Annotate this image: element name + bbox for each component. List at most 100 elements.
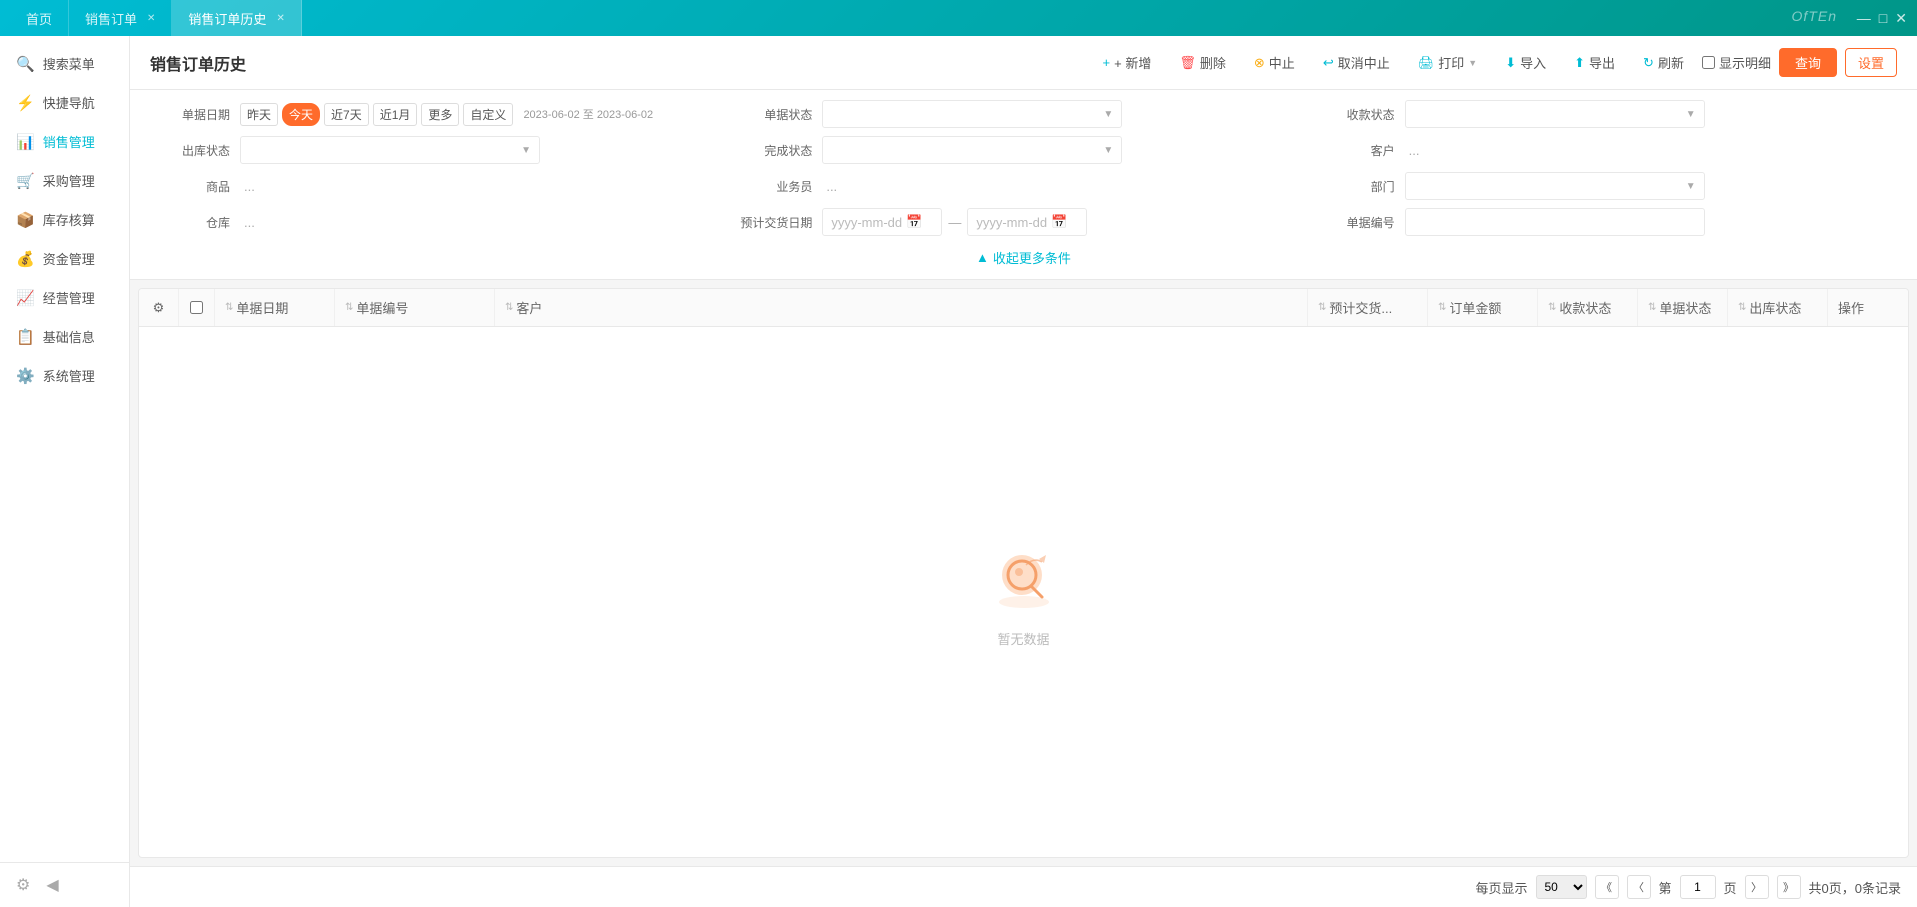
date-today[interactable]: 今天 bbox=[282, 103, 320, 126]
tab-sales-history-close[interactable]: ✕ bbox=[276, 13, 284, 24]
prev-page-button[interactable]: 〈 bbox=[1627, 875, 1651, 899]
per-page-label: 每页显示 bbox=[1475, 878, 1527, 897]
settings-col-icon: ⚙ bbox=[153, 300, 165, 316]
warehouse-control: ... bbox=[240, 215, 732, 230]
warehouse-status-control: ▼ bbox=[240, 136, 732, 164]
stop-label: 中止 bbox=[1269, 53, 1295, 72]
sidebar-item-quick-nav[interactable]: ⚡ 快捷导航 bbox=[0, 83, 129, 122]
complete-status-select[interactable]: ▼ bbox=[822, 136, 1122, 164]
salesperson-dots[interactable]: ... bbox=[822, 179, 841, 194]
delivery-date-range: yyyy-mm-dd 📅 — yyyy-mm-dd 📅 bbox=[822, 208, 1087, 236]
th-delivery[interactable]: ⇅ 预计交货... bbox=[1308, 289, 1428, 326]
order-no-input[interactable] bbox=[1405, 208, 1705, 236]
th-check[interactable] bbox=[179, 289, 215, 326]
order-status-select[interactable]: ▼ bbox=[822, 100, 1122, 128]
complete-status-control: ▼ bbox=[822, 136, 1314, 164]
delivery-date-end[interactable]: yyyy-mm-dd 📅 bbox=[967, 208, 1087, 236]
first-page-button[interactable]: 《 bbox=[1595, 875, 1619, 899]
delivery-date-start-text: yyyy-mm-dd bbox=[831, 215, 902, 230]
th-settings[interactable]: ⚙ bbox=[139, 289, 179, 326]
stop-button[interactable]: ⊗ 中止 bbox=[1244, 49, 1305, 76]
export-button[interactable]: ⬆ 导出 bbox=[1564, 49, 1625, 76]
sidebar-item-operations[interactable]: 📈 经营管理 bbox=[0, 278, 129, 317]
search-button[interactable]: 查询 bbox=[1779, 48, 1837, 77]
sidebar-item-inventory[interactable]: 📦 库存核算 bbox=[0, 200, 129, 239]
sidebar-item-purchase[interactable]: 🛒 采购管理 bbox=[0, 161, 129, 200]
sidebar-item-search-label: 搜索菜单 bbox=[43, 54, 95, 73]
top-bar: 首页 销售订单 ✕ 销售订单历史 ✕ OfTEn — □ ✕ bbox=[0, 0, 1917, 36]
table-container: ⚙ ⇅ 单据日期 ⇅ 单据编号 ⇅ 客户 ⇅ bbox=[138, 288, 1909, 858]
new-button[interactable]: + + 新增 bbox=[1093, 49, 1162, 76]
goods-label: 商品 bbox=[150, 178, 240, 195]
select-all-checkbox[interactable] bbox=[190, 301, 203, 314]
sidebar-item-search[interactable]: 🔍 搜索菜单 bbox=[0, 44, 129, 83]
collapse-icon: ▲ bbox=[976, 250, 989, 265]
sort-warehouse-icon: ⇅ bbox=[1738, 302, 1746, 313]
tab-sales-order[interactable]: 销售订单 ✕ bbox=[69, 0, 172, 36]
customer-dots[interactable]: ... bbox=[1405, 143, 1424, 158]
sidebar-item-quicknav-label: 快捷导航 bbox=[43, 93, 95, 112]
th-warehouse[interactable]: ⇅ 出库状态 bbox=[1728, 289, 1828, 326]
date-more[interactable]: 更多 bbox=[421, 103, 459, 126]
close-window-icon[interactable]: ✕ bbox=[1895, 10, 1907, 27]
maximize-icon[interactable]: □ bbox=[1879, 10, 1887, 26]
sort-status-icon: ⇅ bbox=[1648, 302, 1656, 313]
next-page-button[interactable]: 〉 bbox=[1745, 875, 1769, 899]
refresh-button[interactable]: ↻ 刷新 bbox=[1633, 49, 1694, 76]
display-detail-check[interactable] bbox=[1702, 56, 1715, 69]
tab-home[interactable]: 首页 bbox=[10, 0, 69, 36]
tab-sales-order-close[interactable]: ✕ bbox=[147, 13, 155, 24]
delivery-date-start[interactable]: yyyy-mm-dd 📅 bbox=[822, 208, 942, 236]
date-custom[interactable]: 自定义 bbox=[463, 103, 513, 126]
main-layout: 🔍 搜索菜单 ⚡ 快捷导航 📊 销售管理 🛒 采购管理 📦 库存核算 💰 资金管… bbox=[0, 36, 1917, 907]
display-detail-checkbox[interactable]: 显示明细 bbox=[1702, 53, 1771, 72]
sidebar-collapse-icon[interactable]: ◀ bbox=[46, 875, 58, 895]
salesperson-label: 业务员 bbox=[732, 178, 822, 195]
th-status[interactable]: ⇅ 单据状态 bbox=[1638, 289, 1728, 326]
last-page-button[interactable]: 》 bbox=[1777, 875, 1801, 899]
sidebar-item-sales[interactable]: 📊 销售管理 bbox=[0, 122, 129, 161]
settings-button[interactable]: 设置 bbox=[1845, 48, 1897, 77]
import-button[interactable]: ⬇ 导入 bbox=[1495, 49, 1556, 76]
sidebar-item-system[interactable]: ⚙️ 系统管理 bbox=[0, 356, 129, 395]
department-control: ▼ bbox=[1405, 172, 1897, 200]
filter-row-2: 出库状态 ▼ 完成状态 ▼ 客户 ... bbox=[150, 136, 1897, 164]
filter-area: 单据日期 昨天 今天 近7天 近1月 更多 自定义 2023-06-02 至 2… bbox=[130, 90, 1917, 280]
print-button[interactable]: 🖨 打印 ▼ bbox=[1408, 49, 1487, 76]
department-select[interactable]: ▼ bbox=[1405, 172, 1705, 200]
warehouse-status-label: 出库状态 bbox=[150, 142, 240, 159]
filter-row-4: 仓库 ... 预计交货日期 yyyy-mm-dd 📅 — yyyy-mm-dd bbox=[150, 208, 1897, 236]
cancel-stop-button[interactable]: ↩ 取消中止 bbox=[1313, 49, 1400, 76]
department-arrow: ▼ bbox=[1686, 181, 1696, 192]
filter-row-1: 单据日期 昨天 今天 近7天 近1月 更多 自定义 2023-06-02 至 2… bbox=[150, 100, 1897, 128]
tab-sales-history[interactable]: 销售订单历史 ✕ bbox=[172, 0, 301, 36]
minimize-icon[interactable]: — bbox=[1857, 10, 1871, 26]
date-1month[interactable]: 近1月 bbox=[373, 103, 418, 126]
warehouse-dots[interactable]: ... bbox=[240, 215, 259, 230]
sidebar-item-finance[interactable]: 💰 资金管理 bbox=[0, 239, 129, 278]
tab-home-label: 首页 bbox=[26, 9, 52, 28]
collapse-row[interactable]: ▲ 收起更多条件 bbox=[150, 244, 1897, 269]
th-date[interactable]: ⇅ 单据日期 bbox=[215, 289, 335, 326]
date-yesterday[interactable]: 昨天 bbox=[240, 103, 278, 126]
cancel-stop-label: 取消中止 bbox=[1338, 53, 1390, 72]
goods-dots[interactable]: ... bbox=[240, 179, 259, 194]
per-page-select[interactable]: 50 10 20 100 bbox=[1536, 875, 1587, 899]
th-order-label: 单据编号 bbox=[356, 298, 408, 317]
order-status-arrow: ▼ bbox=[1103, 109, 1113, 120]
date-7days[interactable]: 近7天 bbox=[324, 103, 369, 126]
th-payment[interactable]: ⇅ 收款状态 bbox=[1538, 289, 1638, 326]
delete-button[interactable]: 🗑 删除 bbox=[1169, 49, 1236, 76]
sidebar-settings-icon[interactable]: ⚙ bbox=[16, 875, 30, 895]
content-area: 销售订单历史 + + 新增 🗑 删除 ⊗ 中止 ↩ bbox=[130, 36, 1917, 907]
sidebar-bottom: ⚙ ◀ bbox=[0, 862, 129, 907]
sidebar-item-base-info[interactable]: 📋 基础信息 bbox=[0, 317, 129, 356]
sort-order-icon: ⇅ bbox=[345, 302, 353, 313]
th-order-no[interactable]: ⇅ 单据编号 bbox=[335, 289, 495, 326]
page-number-input[interactable] bbox=[1680, 875, 1716, 899]
th-customer[interactable]: ⇅ 客户 bbox=[495, 289, 1308, 326]
warehouse-status-select[interactable]: ▼ bbox=[240, 136, 540, 164]
payment-status-select[interactable]: ▼ bbox=[1405, 100, 1705, 128]
delete-label: 删除 bbox=[1200, 53, 1226, 72]
th-amount[interactable]: ⇅ 订单金额 bbox=[1428, 289, 1538, 326]
